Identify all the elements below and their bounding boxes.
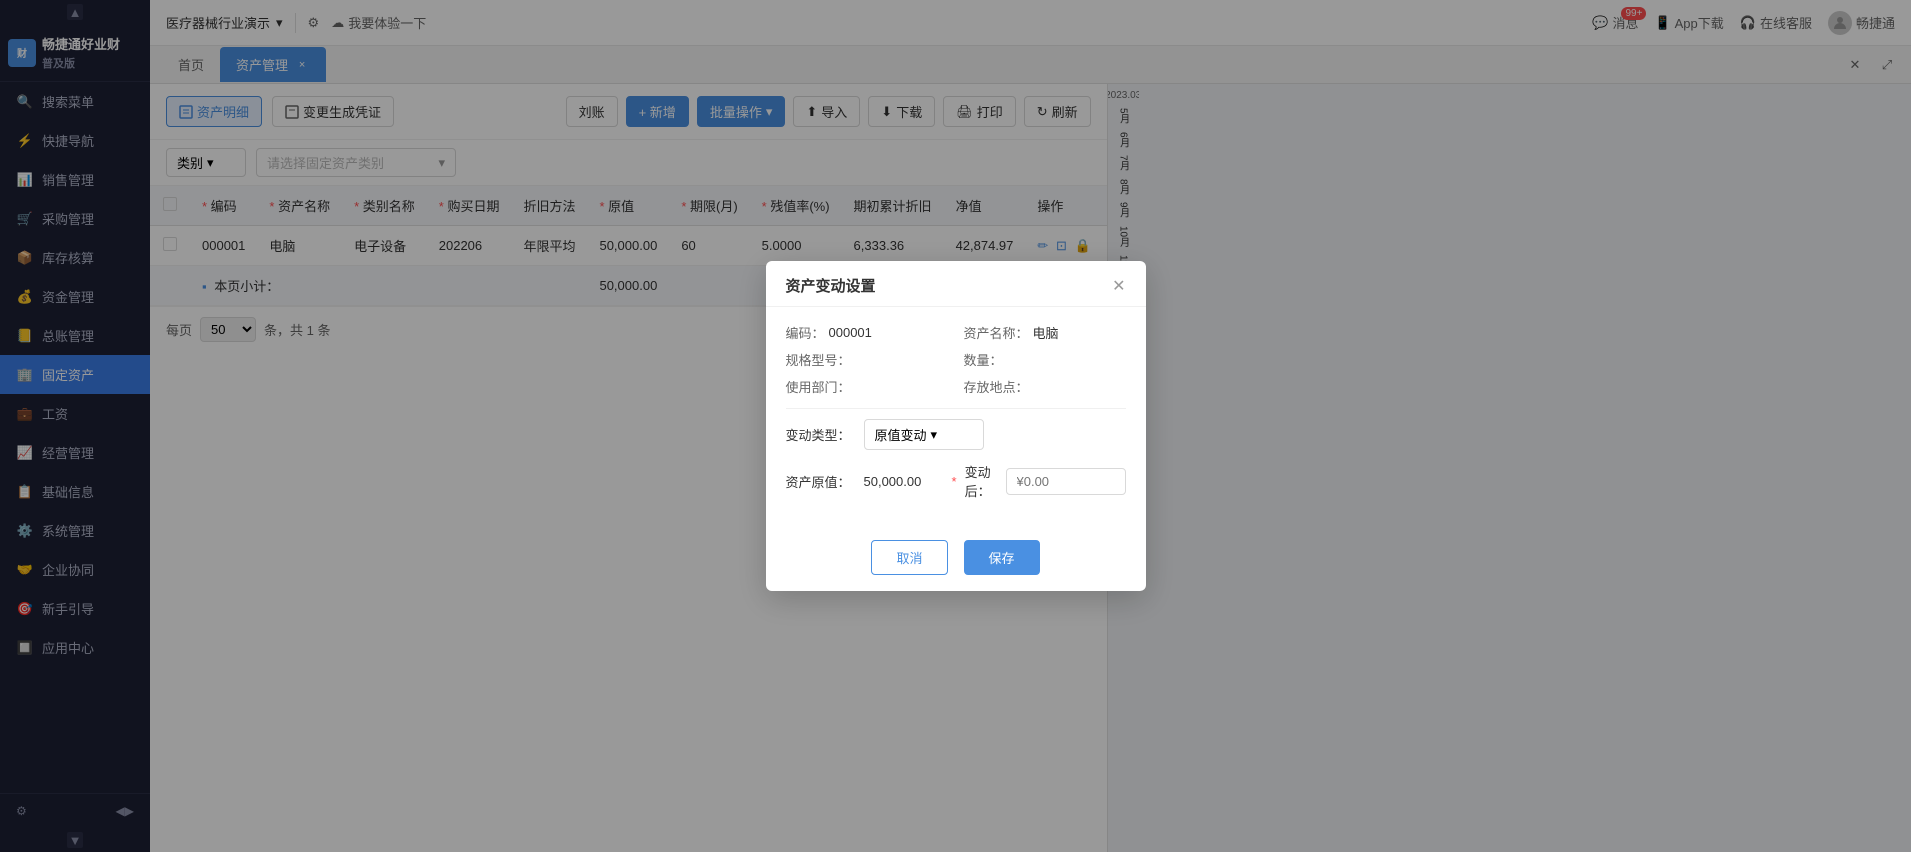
asset-name-value: 电脑 bbox=[1033, 323, 1059, 342]
modal-spec-field: 规格型号： bbox=[786, 350, 948, 369]
spec-label: 规格型号： bbox=[786, 350, 851, 369]
change-type-field: 变动类型： 原值变动 ▾ bbox=[786, 419, 1126, 450]
location-label: 存放地点： bbox=[964, 377, 1029, 396]
modal-asset-name-field: 资产名称： 电脑 bbox=[964, 323, 1126, 342]
original-value-display: 50,000.00 bbox=[864, 474, 944, 489]
code-label: 编码： bbox=[786, 323, 825, 342]
modal-quantity-field: 数量： bbox=[964, 350, 1126, 369]
modal-header: 资产变动设置 ✕ bbox=[766, 261, 1146, 307]
modal-info-grid: 编码： 000001 资产名称： 电脑 规格型号： 数量： 使用部门： bbox=[786, 323, 1126, 396]
change-type-select[interactable]: 原值变动 ▾ bbox=[864, 419, 984, 450]
asset-name-label: 资产名称： bbox=[964, 323, 1029, 342]
save-button[interactable]: 保存 bbox=[964, 540, 1040, 575]
change-type-value: 原值变动 bbox=[875, 425, 927, 444]
asset-change-modal: 资产变动设置 ✕ 编码： 000001 资产名称： 电脑 规格型号： 数量： bbox=[766, 261, 1146, 591]
quantity-label: 数量： bbox=[964, 350, 1003, 369]
original-value-label: 资产原值： bbox=[786, 472, 856, 491]
modal-body: 编码： 000001 资产名称： 电脑 规格型号： 数量： 使用部门： bbox=[766, 307, 1146, 528]
modal-close-button[interactable]: ✕ bbox=[1112, 276, 1125, 296]
modal-title: 资产变动设置 bbox=[786, 275, 876, 296]
required-star: * bbox=[952, 474, 957, 489]
modal-footer: 取消 保存 bbox=[766, 528, 1146, 591]
modal-overlay: 资产变动设置 ✕ 编码： 000001 资产名称： 电脑 规格型号： 数量： bbox=[0, 0, 1911, 852]
modal-divider bbox=[786, 408, 1126, 409]
after-value-input[interactable] bbox=[1006, 468, 1126, 495]
original-value-field: 资产原值： 50,000.00 * 变动后： bbox=[786, 462, 1126, 500]
modal-code-field: 编码： 000001 bbox=[786, 323, 948, 342]
department-label: 使用部门： bbox=[786, 377, 851, 396]
modal-location-field: 存放地点： bbox=[964, 377, 1126, 396]
after-label: 变动后： bbox=[965, 462, 998, 500]
change-type-label: 变动类型： bbox=[786, 425, 856, 444]
chevron-down-icon: ▾ bbox=[931, 427, 938, 443]
cancel-button[interactable]: 取消 bbox=[871, 540, 947, 575]
modal-department-field: 使用部门： bbox=[786, 377, 948, 396]
code-value: 000001 bbox=[829, 325, 872, 340]
